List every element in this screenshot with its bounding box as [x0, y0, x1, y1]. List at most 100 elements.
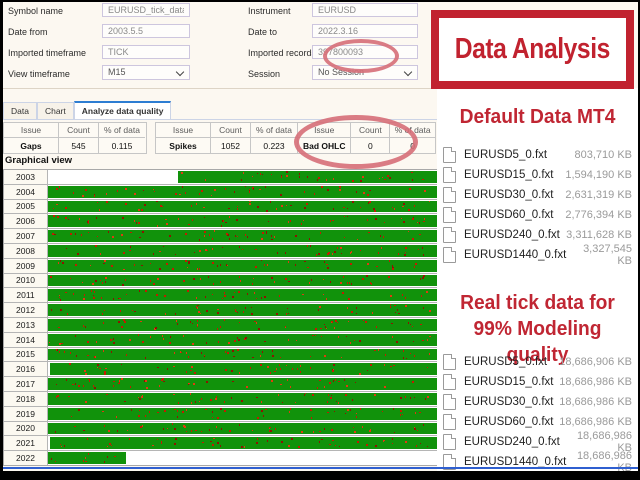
gap-speckle — [428, 310, 431, 313]
file-row[interactable]: EURUSD240_0.fxt 18,686,986 KB — [443, 430, 632, 454]
tab-chart[interactable]: Chart — [36, 102, 74, 119]
gap-speckle — [242, 248, 244, 250]
gap-speckle — [88, 379, 90, 382]
imported-timeframe-input[interactable] — [102, 45, 190, 59]
file-name: EURUSD30_0.fxt — [464, 189, 554, 201]
gap-speckle — [220, 264, 222, 267]
gap-speckle — [81, 234, 83, 237]
date-to-input[interactable] — [312, 24, 418, 38]
file-row[interactable]: EURUSD30_0.fxt 2,631,319 KB — [443, 185, 632, 205]
gap-speckle — [383, 222, 385, 224]
date-from-input[interactable] — [102, 24, 190, 38]
gap-speckle — [81, 195, 84, 198]
tab-analyze-data-quality[interactable]: Analyze data quality — [73, 101, 172, 119]
gap-speckle — [51, 458, 53, 461]
gap-speckle — [227, 352, 230, 355]
gap-speckle — [362, 426, 364, 429]
gap-speckle — [82, 429, 85, 431]
gap-speckle — [233, 291, 235, 293]
gap-speckle — [160, 204, 163, 207]
file-row[interactable]: EURUSD60_0.fxt 18,686,986 KB — [443, 412, 632, 432]
file-row[interactable]: EURUSD5_0.fxt 803,710 KB — [443, 145, 632, 165]
gap-speckle — [366, 262, 369, 265]
tab-data[interactable]: Data — [3, 102, 37, 119]
gap-speckle — [253, 291, 255, 294]
gap-speckle — [333, 411, 335, 413]
file-row[interactable]: EURUSD15_0.fxt 18,686,986 KB — [443, 372, 632, 392]
gap-speckle — [126, 354, 128, 357]
gap-speckle — [322, 294, 324, 296]
year-label: 2003 — [4, 170, 48, 184]
file-icon — [443, 147, 456, 163]
gap-speckle — [357, 239, 359, 241]
gap-speckle — [318, 441, 320, 444]
gap-speckle — [338, 185, 341, 188]
file-lists-panel: Default Data MT4 EURUSD5_0.fxt 803,710 KB… — [437, 88, 638, 474]
gap-speckle — [223, 219, 225, 222]
file-row[interactable]: EURUSD30_0.fxt 18,686,986 KB — [443, 392, 632, 412]
file-row[interactable]: EURUSD15_0.fxt 1,594,190 KB — [443, 165, 632, 185]
gap-speckle — [149, 263, 151, 265]
gap-speckle — [56, 348, 58, 351]
gap-speckle — [225, 350, 227, 353]
gap-speckle — [152, 283, 155, 286]
gap-speckle — [176, 415, 178, 418]
file-row[interactable]: EURUSD5_0.fxt 18,686,906 KB — [443, 352, 632, 372]
gap-speckle — [216, 395, 218, 398]
gap-speckle — [393, 208, 395, 211]
gap-speckle — [270, 430, 273, 433]
gap-speckle — [322, 278, 324, 280]
gap-speckle — [359, 180, 362, 183]
gap-speckle — [93, 294, 95, 296]
gap-speckle — [213, 283, 215, 285]
gap-speckle — [316, 254, 318, 257]
gap-speckle — [269, 428, 271, 430]
gap-speckle — [417, 248, 419, 250]
gap-speckle — [402, 350, 404, 353]
file-row[interactable]: EURUSD240_0.fxt 3,311,628 KB — [443, 225, 632, 245]
chevron-down-icon — [403, 67, 413, 77]
gap-speckle — [314, 193, 316, 196]
gap-speckle — [203, 206, 206, 208]
gap-speckle — [140, 321, 143, 323]
view-timeframe-select[interactable]: M15 — [102, 65, 190, 80]
gap-speckle — [400, 409, 403, 412]
file-row[interactable]: EURUSD60_0.fxt 2,776,394 KB — [443, 205, 632, 225]
file-row[interactable]: EURUSD1440_0.fxt 3,327,545 KB — [443, 243, 632, 267]
coverage-bar — [48, 333, 437, 346]
gap-speckle — [424, 398, 426, 401]
file-row[interactable]: EURUSD1440_0.fxt18,686,986 KB — [443, 450, 632, 474]
gap-speckle — [155, 293, 158, 296]
gap-speckle — [295, 339, 297, 341]
gap-speckle — [164, 410, 167, 413]
gap-speckle — [255, 441, 258, 444]
gap-speckle — [91, 282, 94, 285]
instrument-input[interactable] — [312, 3, 418, 17]
coverage-bar — [49, 437, 437, 450]
year-label: 2009 — [4, 258, 48, 273]
gap-speckle — [198, 400, 200, 402]
gap-speckle — [414, 205, 416, 208]
session-select[interactable]: No Session — [312, 65, 418, 80]
gap-speckle — [212, 443, 215, 446]
gap-speckle — [182, 186, 184, 189]
gap-speckle — [317, 309, 319, 312]
gap-speckle — [272, 355, 274, 358]
gap-speckle — [276, 251, 278, 254]
coverage-bar — [48, 452, 126, 464]
gap-speckle — [145, 290, 148, 293]
gap-speckle — [106, 393, 109, 395]
gap-speckle — [368, 200, 371, 203]
symbol-name-input[interactable] — [102, 3, 190, 17]
coverage-bar-area — [48, 347, 437, 362]
imported-records-input[interactable] — [312, 45, 418, 59]
year-label: 2022 — [4, 451, 48, 465]
gap-speckle — [352, 427, 354, 429]
gap-speckle — [369, 430, 372, 433]
gap-speckle — [107, 455, 109, 458]
gap-speckle — [223, 291, 225, 294]
gap-speckle — [102, 262, 105, 264]
gap-speckle — [381, 410, 383, 412]
gap-speckle — [311, 334, 314, 336]
gap-speckle — [123, 252, 126, 255]
